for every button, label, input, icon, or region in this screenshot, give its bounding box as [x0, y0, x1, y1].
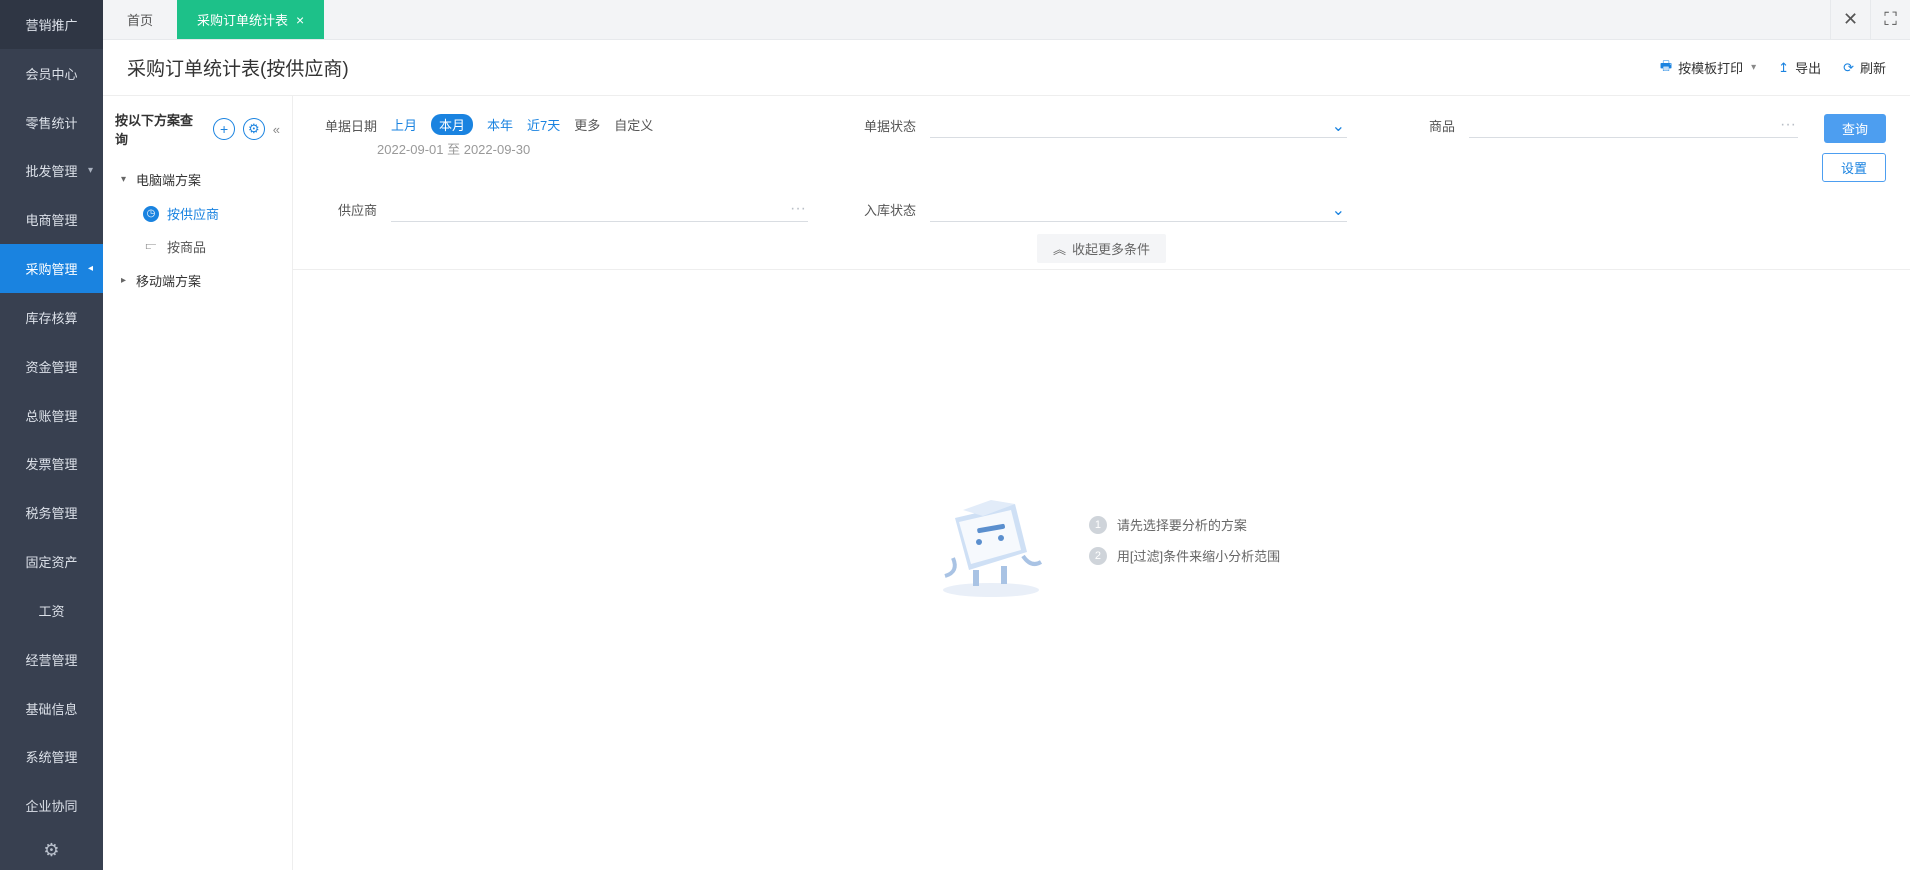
date-last-7-days[interactable]: 近7天 — [527, 115, 560, 134]
gear-icon: ⚙ — [43, 840, 59, 861]
scheme-group-pc[interactable]: ▾ 电脑端方案 — [115, 162, 280, 197]
scheme-group-label: 电脑端方案 — [136, 170, 201, 189]
chevron-right-icon: ▸ — [121, 275, 126, 286]
sidebar-item-salary[interactable]: 工资 — [0, 586, 103, 635]
main-sidebar: 营销推广 会员中心 零售统计 批发管理▾ 电商管理 采购管理◂ 库存核算 资金管… — [0, 0, 103, 870]
close-all-tabs-button[interactable]: ✕ — [1830, 0, 1870, 40]
plus-icon: + — [220, 121, 228, 137]
inbound-status-select[interactable] — [930, 196, 1347, 222]
refresh-label: 刷新 — [1860, 58, 1886, 77]
print-icon: 🖶 — [1660, 57, 1672, 79]
scheme-panel: 按以下方案查询 + ⚙ « ▾ 电脑端方案 ◷ 按供应商 ⫍ 按商品 — [103, 96, 293, 870]
sidebar-item-tax[interactable]: 税务管理 — [0, 488, 103, 537]
chevron-left-icon: ◂ — [88, 263, 93, 274]
scheme-by-supplier[interactable]: ◷ 按供应商 — [143, 197, 280, 230]
scheme-label: 按供应商 — [167, 204, 219, 223]
chevron-down-icon[interactable]: ⌄ — [1332, 116, 1345, 136]
export-button[interactable]: ↥ 导出 — [1778, 58, 1821, 77]
clock-icon: ◷ — [143, 206, 159, 222]
chevron-down-icon: ▾ — [1751, 62, 1756, 73]
query-button[interactable]: 查询 — [1824, 114, 1886, 143]
refresh-button[interactable]: ⟳ 刷新 — [1843, 58, 1886, 77]
empty-tip-text: 用[过滤]条件来缩小分析范围 — [1117, 546, 1280, 565]
refresh-icon: ⟳ — [1843, 60, 1854, 76]
date-this-year[interactable]: 本年 — [487, 115, 513, 134]
collapse-icon: « — [273, 122, 280, 137]
empty-tip-row: 2 用[过滤]条件来缩小分析范围 — [1089, 546, 1280, 565]
filter-label-inbound-status: 入库状态 — [856, 196, 916, 219]
sidebar-item-purchasing[interactable]: 采购管理◂ — [0, 244, 103, 293]
date-more[interactable]: 更多 — [574, 115, 600, 134]
chevron-down-icon: ▾ — [88, 165, 93, 176]
scheme-panel-title: 按以下方案查询 — [115, 110, 205, 148]
product-input[interactable] — [1469, 112, 1798, 138]
step-number-icon: 1 — [1089, 516, 1107, 534]
filter-label-date: 单据日期 — [317, 112, 377, 135]
step-number-icon: 2 — [1089, 547, 1107, 565]
sidebar-item-funds[interactable]: 资金管理 — [0, 342, 103, 391]
sidebar-item-inventory[interactable]: 库存核算 — [0, 293, 103, 342]
more-icon[interactable]: ··· — [1780, 116, 1796, 134]
sidebar-item-retail-stats[interactable]: 零售统计 — [0, 98, 103, 147]
tab-label: 采购订单统计表 — [197, 10, 288, 29]
date-this-month[interactable]: 本月 — [431, 114, 473, 135]
chevron-up-icon: ︽ — [1053, 239, 1066, 258]
empty-tip-text: 请先选择要分析的方案 — [1117, 515, 1247, 534]
more-icon[interactable]: ··· — [790, 200, 806, 218]
sidebar-item-ledger[interactable]: 总账管理 — [0, 391, 103, 440]
chevron-down-icon: ▾ — [121, 174, 126, 185]
collapse-filters-button[interactable]: ︽ 收起更多条件 — [1037, 234, 1166, 263]
empty-illustration — [923, 480, 1053, 600]
filter-label-product: 商品 — [1395, 112, 1455, 135]
add-scheme-button[interactable]: + — [213, 118, 235, 140]
tab-home[interactable]: 首页 — [103, 0, 177, 39]
expand-icon: ⛶ — [1884, 9, 1897, 30]
scheme-label: 按商品 — [167, 237, 206, 256]
sidebar-item-marketing[interactable]: 营销推广 — [0, 0, 103, 49]
doc-status-select[interactable] — [930, 112, 1347, 138]
sidebar-item-members[interactable]: 会员中心 — [0, 49, 103, 98]
filter-label-supplier: 供应商 — [317, 196, 377, 219]
export-icon: ↥ — [1778, 60, 1789, 76]
sidebar-item-ops[interactable]: 经营管理 — [0, 635, 103, 684]
scheme-group-label: 移动端方案 — [136, 271, 201, 290]
supplier-input[interactable] — [391, 196, 808, 222]
sidebar-item-fixed-assets[interactable]: 固定资产 — [0, 537, 103, 586]
main-area: 首页 采购订单统计表 × ✕ ⛶ 采购订单统计表(按供应商) 🖶 按模板打印 ▾… — [103, 0, 1910, 870]
scheme-settings-button[interactable]: ⚙ — [243, 118, 265, 140]
tab-purchase-order-report[interactable]: 采购订单统计表 × — [177, 0, 324, 39]
date-range-text: 2022-09-01 至 2022-09-30 — [317, 139, 808, 158]
page-header: 采购订单统计表(按供应商) 🖶 按模板打印 ▾ ↥ 导出 ⟳ 刷新 — [103, 40, 1910, 96]
chart-icon: ⫍ — [143, 239, 159, 255]
settings-button[interactable]: 设置 — [1822, 153, 1886, 182]
sidebar-settings-button[interactable]: ⚙ — [0, 830, 103, 870]
sidebar-item-ecommerce[interactable]: 电商管理 — [0, 195, 103, 244]
sidebar-item-invoice[interactable]: 发票管理 — [0, 439, 103, 488]
print-template-button[interactable]: 🖶 按模板打印 ▾ — [1660, 57, 1756, 79]
collapse-label: 收起更多条件 — [1072, 239, 1150, 258]
expand-button[interactable]: ⛶ — [1870, 0, 1910, 40]
tabs-bar: 首页 采购订单统计表 × ✕ ⛶ — [103, 0, 1910, 40]
sidebar-item-collab[interactable]: 企业协同 — [0, 781, 103, 830]
page-title: 采购订单统计表(按供应商) — [127, 54, 349, 81]
filter-label-doc-status: 单据状态 — [856, 112, 916, 135]
close-icon[interactable]: × — [296, 13, 304, 27]
scheme-by-product[interactable]: ⫍ 按商品 — [143, 230, 280, 263]
close-icon: ✕ — [1843, 9, 1858, 30]
filter-area: 单据日期 上月 本月 本年 近7天 更多 自定义 2022-09-01 至 20… — [293, 96, 1910, 270]
date-quick-options: 上月 本月 本年 近7天 更多 自定义 — [391, 112, 808, 135]
print-label: 按模板打印 — [1678, 58, 1743, 77]
empty-tip-row: 1 请先选择要分析的方案 — [1089, 515, 1280, 534]
date-custom[interactable]: 自定义 — [614, 115, 653, 134]
date-prev-month[interactable]: 上月 — [391, 115, 417, 134]
chevron-down-icon[interactable]: ⌄ — [1332, 200, 1345, 220]
sidebar-item-wholesale[interactable]: 批发管理▾ — [0, 146, 103, 195]
gear-icon: ⚙ — [248, 121, 260, 137]
export-label: 导出 — [1795, 58, 1821, 77]
sidebar-item-system[interactable]: 系统管理 — [0, 732, 103, 781]
scheme-group-mobile[interactable]: ▸ 移动端方案 — [115, 263, 280, 298]
empty-state: 1 请先选择要分析的方案 2 用[过滤]条件来缩小分析范围 — [293, 270, 1910, 870]
sidebar-item-basic-info[interactable]: 基础信息 — [0, 684, 103, 733]
collapse-scheme-panel-button[interactable]: « — [273, 122, 280, 137]
